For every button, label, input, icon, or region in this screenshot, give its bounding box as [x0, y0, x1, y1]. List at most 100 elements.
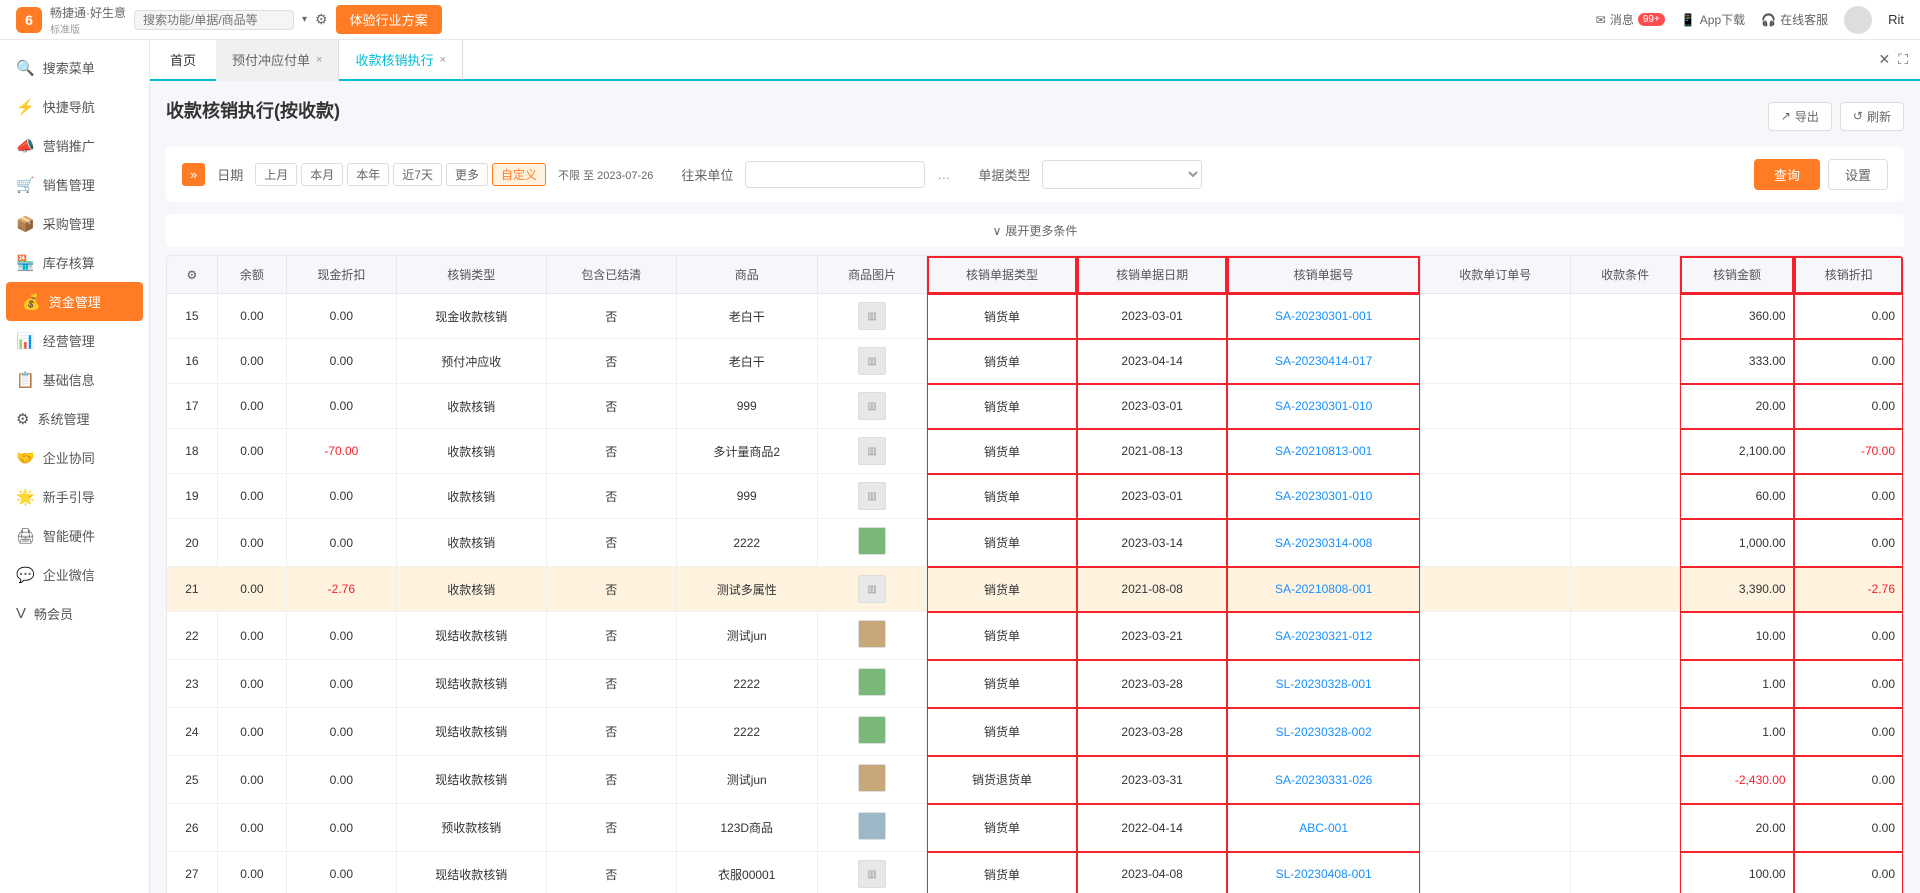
- tab-bar-right: ✕ ⛶: [1878, 51, 1920, 68]
- member-icon: V: [16, 605, 26, 622]
- user-avatar[interactable]: [1844, 6, 1872, 34]
- tab-close-all-icon[interactable]: ✕: [1878, 51, 1890, 68]
- cell-verify-bill-no[interactable]: SA-20230331-026: [1227, 756, 1420, 804]
- tab-prepay-close[interactable]: ×: [316, 54, 322, 66]
- cell-verify-amount: -2,430.00: [1680, 756, 1794, 804]
- cell-verify-amount: 1,000.00: [1680, 519, 1794, 567]
- app-download-button[interactable]: 📱 App下载: [1681, 11, 1745, 28]
- cell-verify-bill-no[interactable]: SL-20230408-001: [1227, 852, 1420, 893]
- sidebar-item-marketing[interactable]: 📣营销推广: [0, 126, 149, 165]
- expand-more-button[interactable]: ∨ 展开更多条件: [993, 222, 1078, 239]
- sidebar-item-operations[interactable]: 📊经营管理: [0, 321, 149, 360]
- sidebar-item-purchase[interactable]: 📦采购管理: [0, 204, 149, 243]
- cell-verify-bill-no[interactable]: SA-20230301-001: [1227, 294, 1420, 339]
- sidebar-item-search[interactable]: 🔍搜索菜单: [0, 48, 149, 87]
- sidebar-item-system[interactable]: ⚙ 系统管理: [0, 399, 149, 438]
- cell-receipt-condition: [1570, 708, 1680, 756]
- cell-verify-amount: 2,100.00: [1680, 429, 1794, 474]
- settings-gear-icon[interactable]: ⚙: [315, 11, 328, 28]
- sidebar-item-funds[interactable]: 💰资金管理: [6, 282, 143, 321]
- tab-prepay[interactable]: 预付冲应付单 ×: [216, 40, 339, 81]
- query-button[interactable]: 查询: [1754, 159, 1820, 190]
- industry-plan-button[interactable]: 体验行业方案: [336, 5, 442, 34]
- cell-receipt-order-no: [1420, 660, 1570, 708]
- cell-verify-bill-type: 销货单: [927, 519, 1077, 567]
- col-header-receipt-order-no: 收款单订单号: [1420, 256, 1570, 294]
- cell-verify-amount: 3,390.00: [1680, 567, 1794, 612]
- bill-type-select[interactable]: [1042, 160, 1202, 189]
- cell-goods-img: ▥: [817, 852, 927, 893]
- sidebar-item-inventory[interactable]: 🏪库存核算: [0, 243, 149, 282]
- messages-button[interactable]: ✉ 消息 99+: [1596, 11, 1665, 28]
- sidebar-item-quick-nav[interactable]: ⚡快捷导航: [0, 87, 149, 126]
- date-range-display: 不限 至 2023-07-26: [558, 167, 653, 183]
- brand-name-text: 畅捷通·好生意: [50, 6, 126, 20]
- cell-verify-discount: 0.00: [1794, 852, 1903, 893]
- counterpart-input[interactable]: [745, 161, 925, 188]
- cell-verify-bill-date: 2023-04-08: [1077, 852, 1227, 893]
- sidebar-item-basic[interactable]: 📋基础信息: [0, 360, 149, 399]
- cell-verify-amount: 333.00: [1680, 339, 1794, 384]
- cell-balance: 0.00: [217, 804, 286, 852]
- cell-verify-bill-no[interactable]: SA-20230314-008: [1227, 519, 1420, 567]
- tab-home[interactable]: 首页: [150, 40, 216, 81]
- cell-verify-bill-no[interactable]: SA-20210808-001: [1227, 567, 1420, 612]
- cell-balance: 0.00: [217, 612, 286, 660]
- cell-goods-img: [817, 519, 927, 567]
- table-row: 17 0.00 0.00 收款核销 否 999 ▥ 销货单 2023-03-01…: [167, 384, 1903, 429]
- content-area: 首页 预付冲应付单 × 收款核销执行 × ✕ ⛶ 收款核销执行(按收款) ↗: [150, 40, 1920, 893]
- system-icon: ⚙: [16, 410, 29, 428]
- sidebar-item-enterprise[interactable]: 🤝企业协同: [0, 438, 149, 477]
- cell-goods: 老白干: [676, 294, 817, 339]
- cell-balance: 0.00: [217, 294, 286, 339]
- date-btn-this-year[interactable]: 本年: [347, 163, 389, 186]
- date-btn-this-month[interactable]: 本月: [301, 163, 343, 186]
- brand-edition: 标准版: [50, 25, 80, 36]
- service-label: 在线客服: [1780, 11, 1828, 28]
- cell-balance: 0.00: [217, 474, 286, 519]
- sidebar-item-hardware[interactable]: 🖨智能硬件: [0, 516, 149, 555]
- tab-verify-close[interactable]: ×: [439, 54, 445, 66]
- tab-verify[interactable]: 收款核销执行 ×: [339, 40, 462, 81]
- table-row: 20 0.00 0.00 收款核销 否 2222 销货单 2023-03-14 …: [167, 519, 1903, 567]
- cell-verify-bill-no[interactable]: SA-20230301-010: [1227, 474, 1420, 519]
- cell-verify-bill-date: 2023-03-01: [1077, 294, 1227, 339]
- cell-verify-bill-no[interactable]: SA-20230321-012: [1227, 612, 1420, 660]
- sidebar-item-label: 系统管理: [37, 409, 89, 428]
- cell-verify-bill-no[interactable]: SL-20230328-001: [1227, 660, 1420, 708]
- online-service-button[interactable]: 🎧 在线客服: [1761, 11, 1828, 28]
- app-icon: 📱: [1681, 13, 1696, 27]
- cell-verify-bill-no[interactable]: ABC-001: [1227, 804, 1420, 852]
- sales-icon: 🛒: [16, 176, 35, 194]
- refresh-button[interactable]: ↺ 刷新: [1840, 102, 1904, 131]
- counterpart-dots: …: [937, 167, 950, 182]
- sidebar-item-member[interactable]: V畅会员: [0, 594, 149, 633]
- cell-verify-bill-no[interactable]: SA-20230301-010: [1227, 384, 1420, 429]
- cell-verify-bill-type: 销货单: [927, 429, 1077, 474]
- filter-setting-button[interactable]: 设置: [1828, 159, 1888, 190]
- global-search-input[interactable]: [134, 10, 294, 30]
- tab-verify-label: 收款核销执行: [355, 50, 433, 69]
- date-btn-last-month[interactable]: 上月: [255, 163, 297, 186]
- tab-maximize-icon[interactable]: ⛶: [1898, 51, 1908, 68]
- filter-expand-button[interactable]: »: [182, 163, 205, 186]
- date-btn-more[interactable]: 更多: [446, 163, 488, 186]
- cell-verify-bill-no[interactable]: SA-20230414-017: [1227, 339, 1420, 384]
- sidebar-item-wechat[interactable]: 💬企业微信: [0, 555, 149, 594]
- cell-verify-amount: 10.00: [1680, 612, 1794, 660]
- export-button[interactable]: ↗ 导出: [1768, 102, 1832, 131]
- cell-verify-bill-no[interactable]: SA-20210813-001: [1227, 429, 1420, 474]
- cell-seq: 17: [167, 384, 217, 429]
- col-header-gear[interactable]: ⚙: [167, 256, 217, 294]
- export-label: 导出: [1795, 108, 1819, 125]
- date-btn-7days[interactable]: 近7天: [393, 163, 442, 186]
- sidebar-item-guide[interactable]: 🌟新手引导: [0, 477, 149, 516]
- cell-verify-bill-no[interactable]: SL-20230328-002: [1227, 708, 1420, 756]
- date-btn-custom[interactable]: 自定义: [492, 163, 546, 186]
- marketing-icon: 📣: [16, 137, 35, 155]
- filter-bar: » 日期 上月 本月 本年 近7天 更多 自定义 不限 至 2023-07-26…: [166, 147, 1904, 202]
- cell-verify-type: 收款核销: [396, 519, 546, 567]
- cell-verify-discount: 0.00: [1794, 474, 1903, 519]
- goods-thumb: ▥: [858, 392, 886, 420]
- sidebar-item-sales[interactable]: 🛒销售管理: [0, 165, 149, 204]
